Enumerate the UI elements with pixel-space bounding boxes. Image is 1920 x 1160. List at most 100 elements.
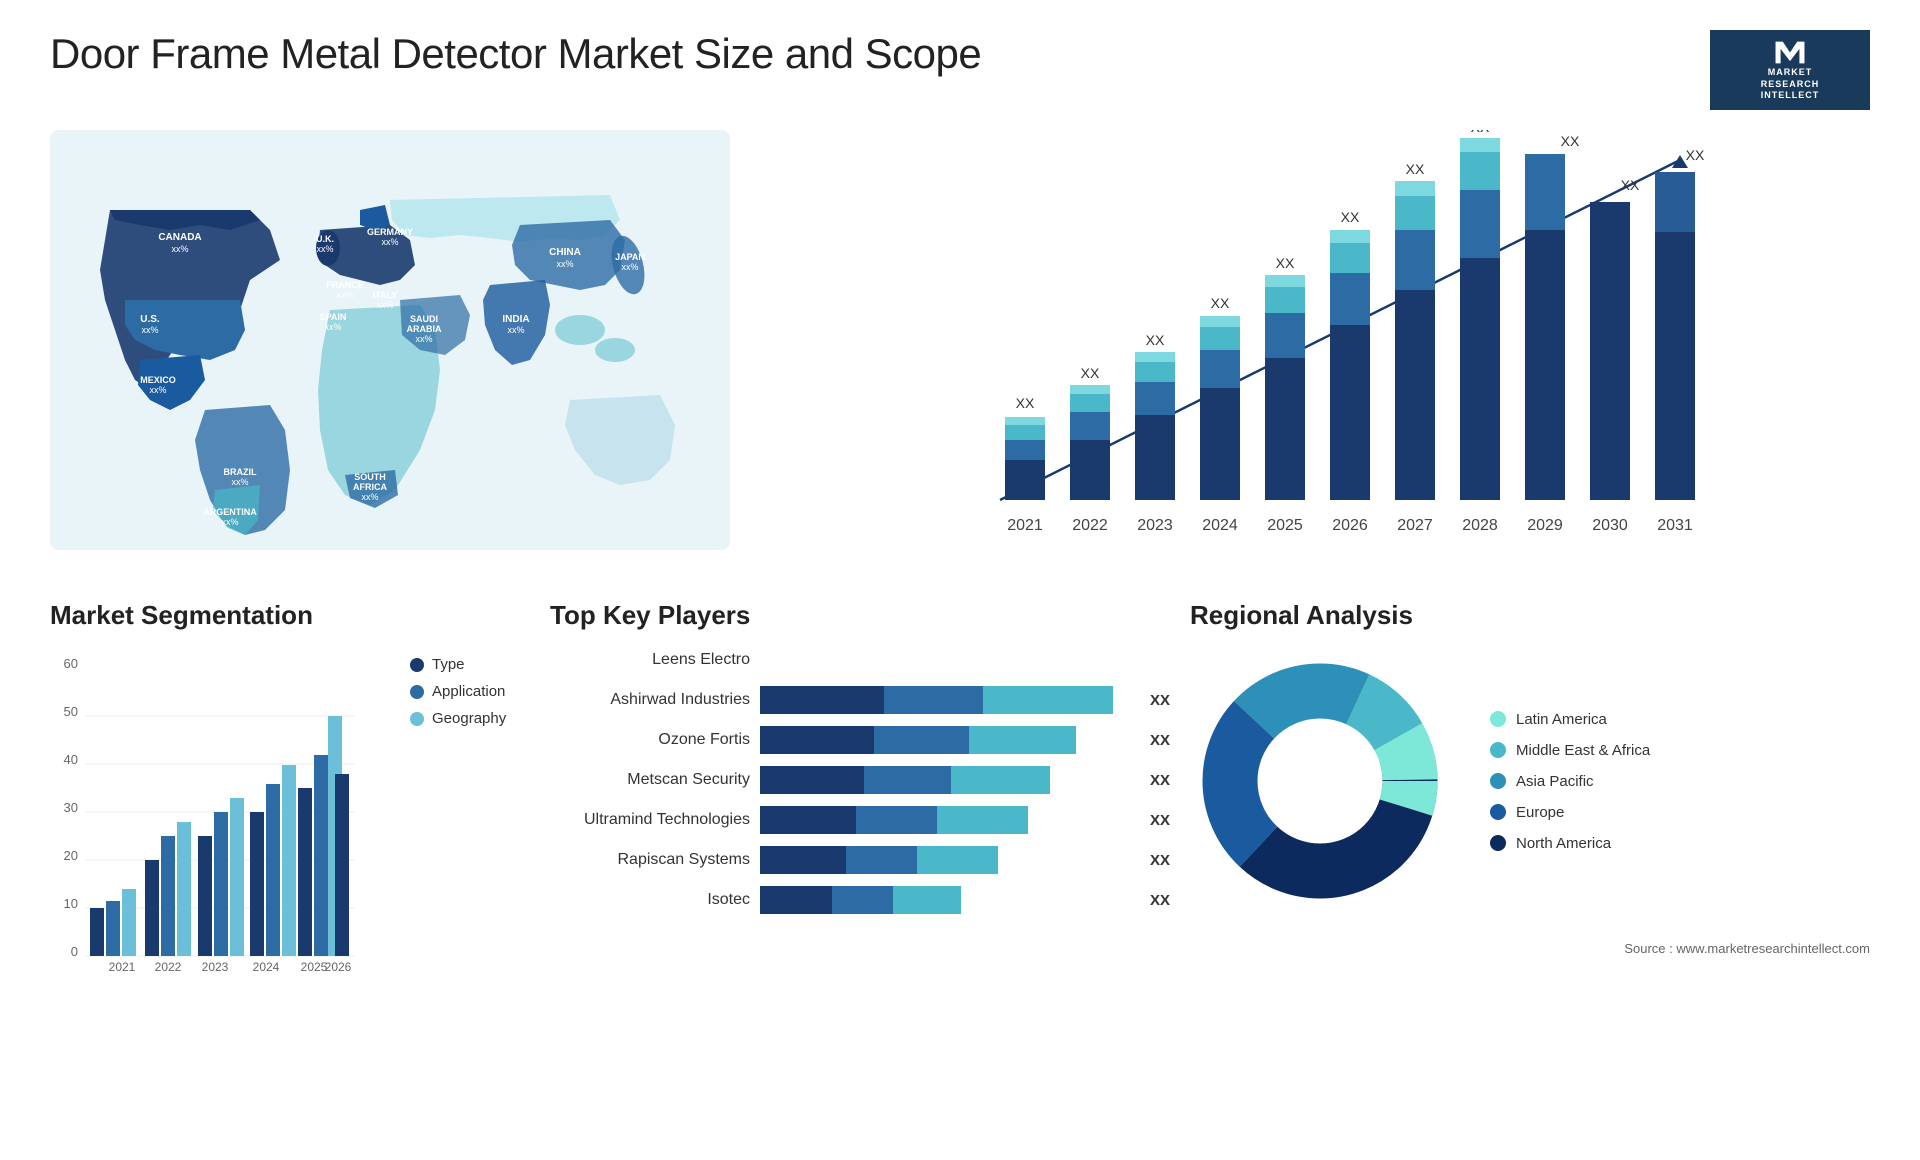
type-label: Type (432, 656, 465, 673)
svg-text:CANADA: CANADA (158, 232, 201, 243)
geography-label: Geography (432, 710, 506, 727)
donut-container: Latin America Middle East & Africa Asia … (1190, 651, 1870, 911)
geography-dot (410, 712, 424, 726)
logo-text: MARKET RESEARCH INTELLECT (1761, 67, 1820, 102)
svg-text:BRAZIL: BRAZIL (224, 467, 257, 477)
svg-text:XX: XX (1561, 133, 1580, 149)
player-row-ozone: Ozone Fortis XX (550, 726, 1170, 754)
player-bar-ashirwad (760, 686, 1132, 714)
world-map: CANADA xx% U.S. xx% MEXICO xx% BRAZIL xx… (50, 130, 730, 550)
svg-text:xx%: xx% (376, 300, 393, 310)
svg-text:SPAIN: SPAIN (320, 312, 347, 322)
svg-text:2031: 2031 (1657, 517, 1693, 534)
players-title: Top Key Players (550, 600, 1170, 631)
svg-text:2026: 2026 (1332, 517, 1368, 534)
svg-text:2021: 2021 (109, 960, 136, 974)
regional-legend: Latin America Middle East & Africa Asia … (1490, 711, 1650, 852)
player-name-rapiscan: Rapiscan Systems (550, 851, 750, 869)
map-section: CANADA xx% U.S. xx% MEXICO xx% BRAZIL xx… (50, 130, 730, 570)
svg-text:XX: XX (1276, 255, 1295, 271)
svg-text:XX: XX (1686, 147, 1705, 163)
svg-text:2030: 2030 (1592, 517, 1628, 534)
player-row-ashirwad: Ashirwad Industries XX (550, 686, 1170, 714)
svg-text:60: 60 (64, 656, 78, 671)
svg-text:INDIA: INDIA (502, 314, 529, 325)
svg-text:XX: XX (1341, 209, 1360, 225)
svg-text:JAPAN: JAPAN (615, 252, 645, 262)
logo-box: MARKET RESEARCH INTELLECT (1710, 30, 1870, 110)
player-name-ozone: Ozone Fortis (550, 731, 750, 749)
svg-text:xx%: xx% (556, 259, 573, 269)
svg-text:GERMANY: GERMANY (367, 227, 413, 237)
svg-text:xx%: xx% (507, 325, 524, 335)
player-bar-rapiscan (760, 846, 1132, 874)
players-chart: Leens Electro Ashirwad Industries (550, 646, 1170, 914)
svg-text:xx%: xx% (381, 237, 398, 247)
legend-item-europe: Europe (1490, 804, 1650, 821)
player-bar-metscan (760, 766, 1132, 794)
svg-text:xx%: xx% (141, 325, 158, 335)
player-bar-leens (760, 646, 1152, 674)
player-value-ultramind: XX (1150, 812, 1170, 829)
page-container: Door Frame Metal Detector Market Size an… (0, 0, 1920, 1146)
segmentation-title: Market Segmentation (50, 600, 530, 631)
player-name-ultramind: Ultramind Technologies (550, 811, 750, 829)
svg-text:AFRICA: AFRICA (353, 482, 387, 492)
player-value-rapiscan: XX (1150, 852, 1170, 869)
svg-text:20: 20 (64, 848, 78, 863)
svg-text:2026: 2026 (325, 960, 352, 974)
svg-text:XX: XX (1211, 295, 1230, 311)
europe-label: Europe (1516, 804, 1564, 821)
seg-geography-item: Geography (410, 710, 506, 727)
regional-section: Regional Analysis Lat (1190, 600, 1870, 1160)
player-name-ashirwad: Ashirwad Industries (550, 691, 750, 709)
svg-text:xx%: xx% (361, 492, 378, 502)
regional-title: Regional Analysis (1190, 600, 1870, 631)
seg-legend: Type Application Geography (410, 656, 506, 727)
svg-text:XX: XX (1016, 395, 1035, 411)
type-dot (410, 658, 424, 672)
player-value-ashirwad: XX (1150, 692, 1170, 709)
svg-text:2022: 2022 (1072, 517, 1108, 534)
svg-text:xx%: xx% (415, 334, 432, 344)
player-row-ultramind: Ultramind Technologies XX (550, 806, 1170, 834)
mea-dot (1490, 742, 1506, 758)
svg-text:40: 40 (64, 752, 78, 767)
world-map-svg: CANADA xx% U.S. xx% MEXICO xx% BRAZIL xx… (50, 130, 730, 550)
source-text: Source : www.marketresearchintellect.com (1190, 941, 1870, 956)
seg-chart-svg: 0 10 20 30 40 50 60 (50, 646, 370, 986)
na-label: North America (1516, 835, 1611, 852)
svg-text:2027: 2027 (1397, 517, 1433, 534)
europe-dot (1490, 804, 1506, 820)
svg-text:xx%: xx% (171, 244, 188, 254)
svg-text:0: 0 (71, 944, 78, 959)
page-title: Door Frame Metal Detector Market Size an… (50, 30, 981, 78)
players-section: Top Key Players Leens Electro Ashirwad I… (550, 600, 1170, 1160)
svg-text:ARGENTINA: ARGENTINA (203, 507, 257, 517)
bar-chart-svg: 2021 XX 2022 XX 2023 XX (790, 130, 1870, 550)
svg-text:2021: 2021 (1007, 517, 1043, 534)
svg-text:ARABIA: ARABIA (407, 324, 442, 334)
svg-text:2024: 2024 (253, 960, 280, 974)
svg-text:xx%: xx% (324, 322, 341, 332)
player-value-ozone: XX (1150, 732, 1170, 749)
logo-icon (1765, 38, 1815, 67)
legend-item-na: North America (1490, 835, 1650, 852)
player-name-leens: Leens Electro (550, 651, 750, 669)
application-dot (410, 685, 424, 699)
application-label: Application (432, 683, 505, 700)
bar-chart-section: 2021 XX 2022 XX 2023 XX (770, 130, 1870, 570)
svg-text:CHINA: CHINA (549, 247, 581, 258)
header: Door Frame Metal Detector Market Size an… (50, 30, 1870, 110)
top-section: CANADA xx% U.S. xx% MEXICO xx% BRAZIL xx… (50, 130, 1870, 570)
bar-chart-container: 2021 XX 2022 XX 2023 XX (790, 130, 1870, 550)
svg-text:xx%: xx% (221, 517, 238, 527)
svg-text:xx%: xx% (149, 385, 166, 395)
latin-label: Latin America (1516, 711, 1607, 728)
svg-text:2025: 2025 (1267, 517, 1303, 534)
player-row-isotec: Isotec XX (550, 886, 1170, 914)
svg-text:XX: XX (1471, 130, 1490, 135)
player-bar-ultramind (760, 806, 1132, 834)
svg-text:XX: XX (1406, 161, 1425, 177)
na-dot (1490, 835, 1506, 851)
